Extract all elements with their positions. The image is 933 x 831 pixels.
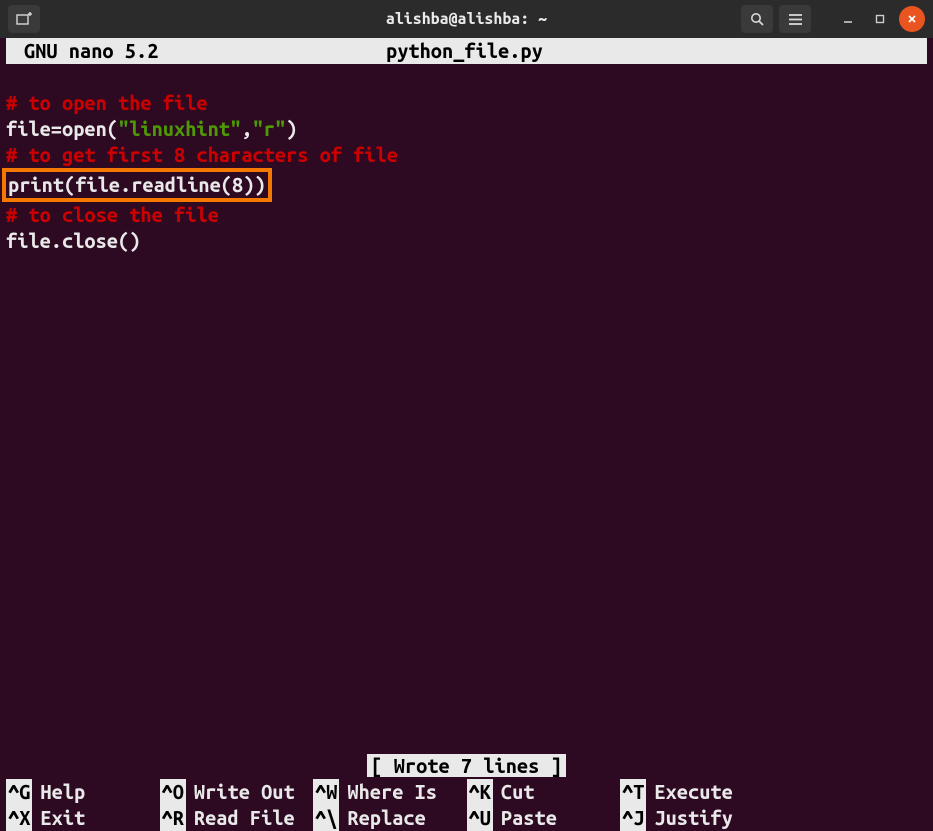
shortcut-key: ^G: [6, 779, 32, 805]
new-tab-button[interactable]: [8, 5, 40, 33]
shortcut-paste: ^UPaste: [467, 805, 621, 831]
code-line: file.close(): [6, 229, 140, 252]
code-string: "r": [252, 117, 286, 140]
shortcut-whereis: ^WWhere Is: [313, 779, 467, 805]
shortcut-key: ^K: [467, 779, 493, 805]
shortcut-key: ^O: [160, 779, 186, 805]
shortcut-label: Write Out: [186, 779, 295, 805]
maximize-button[interactable]: [867, 6, 893, 32]
terminal-area[interactable]: GNU nano 5.2 python_file.py # to open th…: [6, 38, 927, 831]
shortcut-label: Paste: [493, 805, 557, 831]
shortcut-label: Execute: [646, 779, 732, 805]
menu-button[interactable]: [779, 5, 811, 33]
shortcut-execute: ^TExecute: [620, 779, 774, 805]
shortcut-help: ^GHelp: [6, 779, 160, 805]
editor-content[interactable]: # to open the file file=open("linuxhint"…: [6, 64, 927, 254]
new-tab-icon: [16, 12, 32, 26]
shortcut-key: ^R: [160, 805, 186, 831]
shortcut-key: ^X: [6, 805, 32, 831]
nano-shortcuts: ^GHelp ^OWrite Out ^WWhere Is ^KCut ^TEx…: [6, 779, 927, 831]
close-button[interactable]: [899, 6, 925, 32]
code-line: # to close the file: [6, 203, 219, 226]
nano-header: GNU nano 5.2 python_file.py: [6, 38, 927, 64]
shortcut-key: ^T: [620, 779, 646, 805]
code-string: "linuxhint": [118, 117, 241, 140]
highlight-annotation: print(file.readline(8)): [2, 168, 272, 202]
menu-icon: [788, 13, 803, 26]
code-line: file=open(: [6, 117, 118, 140]
shortcut-label: Cut: [493, 779, 535, 805]
shortcut-key: ^U: [467, 805, 493, 831]
shortcut-label: Replace: [339, 805, 425, 831]
shortcut-key: ^W: [313, 779, 339, 805]
nano-file-name: python_file.py: [386, 38, 927, 64]
shortcut-key: ^J: [620, 805, 646, 831]
code-line: ,: [241, 117, 252, 140]
shortcut-replace: ^\Replace: [313, 805, 467, 831]
maximize-icon: [875, 14, 885, 24]
shortcut-exit: ^XExit: [6, 805, 160, 831]
shortcut-label: Justify: [646, 805, 732, 831]
code-line: # to open the file: [6, 91, 208, 114]
code-line: # to get first 8 characters of file: [6, 143, 398, 166]
nano-status-text: [ Wrote 7 lines ]: [367, 754, 565, 777]
shortcut-readfile: ^RRead File: [160, 805, 314, 831]
nano-app-title: GNU nano 5.2: [6, 38, 386, 64]
shortcut-label: Read File: [186, 805, 295, 831]
shortcut-label: Where Is: [339, 779, 437, 805]
shortcut-label: Exit: [32, 805, 85, 831]
shortcut-label: Help: [32, 779, 85, 805]
search-button[interactable]: [741, 5, 773, 33]
nano-status-line: [ Wrote 7 lines ]: [6, 753, 927, 779]
code-line: ): [286, 117, 297, 140]
close-icon: [907, 14, 917, 24]
minimize-button[interactable]: [835, 6, 861, 32]
shortcut-cut: ^KCut: [467, 779, 621, 805]
window-titlebar: alishba@alishba: ~: [0, 0, 933, 38]
shortcut-key: ^\: [313, 805, 339, 831]
code-line: print(file.readline(8)): [8, 173, 266, 196]
search-icon: [750, 12, 765, 27]
shortcut-writeout: ^OWrite Out: [160, 779, 314, 805]
shortcut-justify: ^JJustify: [620, 805, 774, 831]
minimize-icon: [843, 14, 853, 24]
